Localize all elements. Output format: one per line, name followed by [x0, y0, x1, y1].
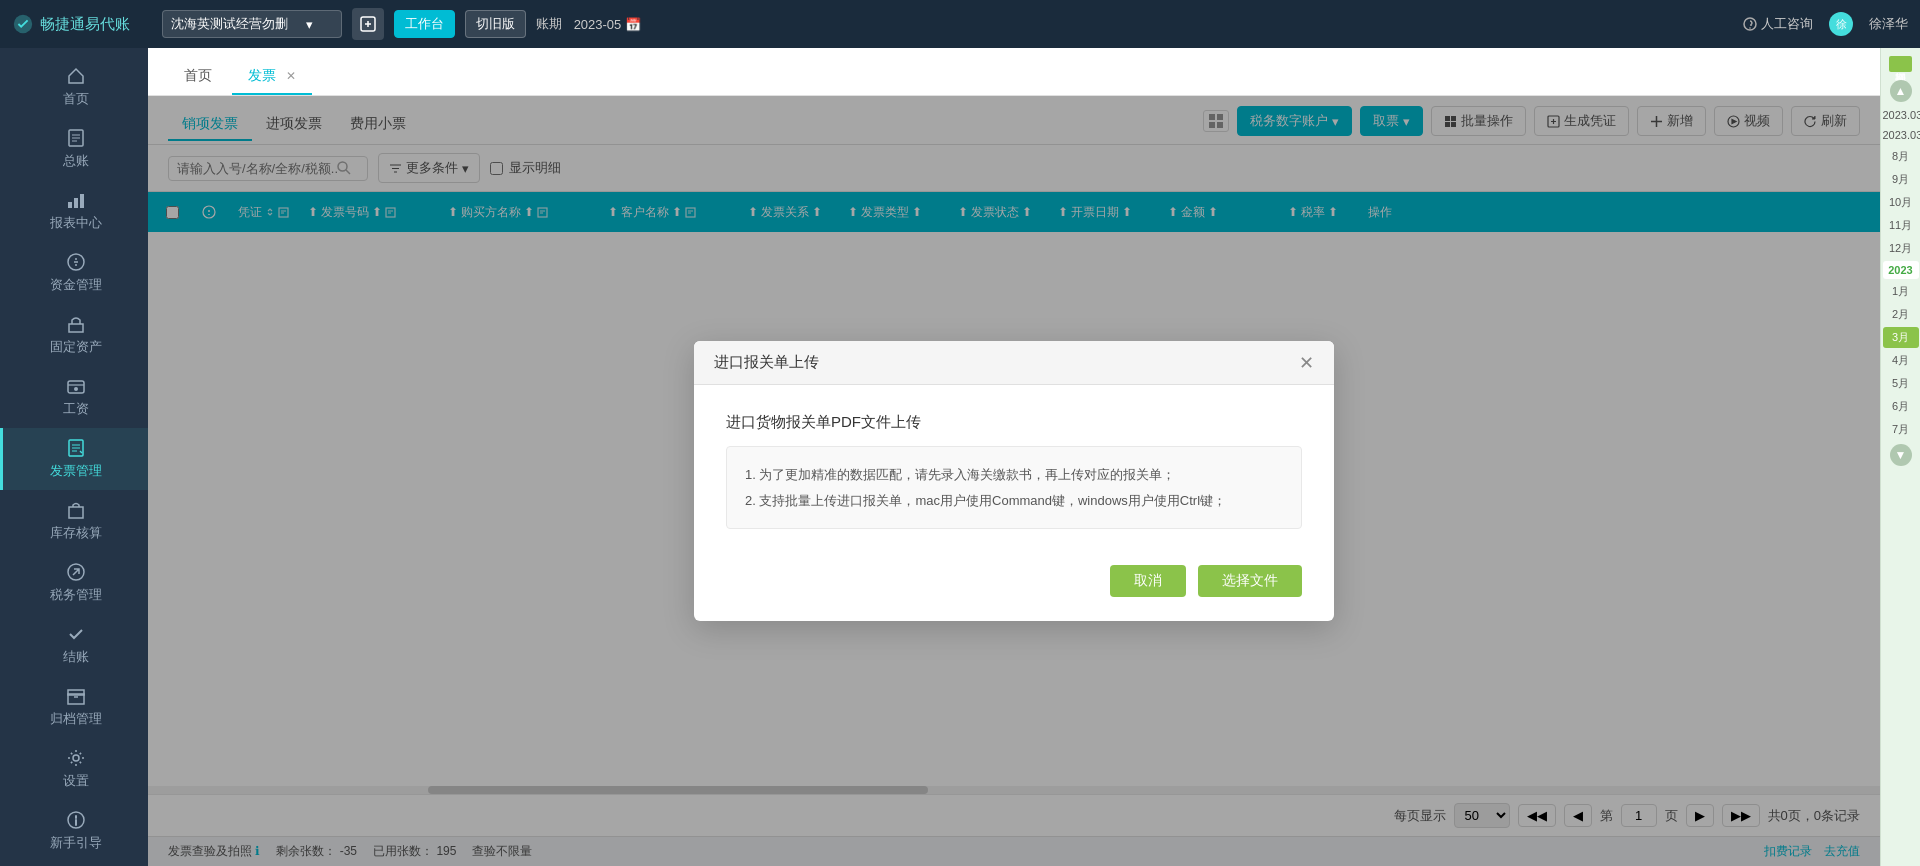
period-value: 2023-05 — [574, 17, 622, 32]
sidebar-item-inventory[interactable]: 库存核算 — [0, 490, 148, 552]
company-name: 沈海英测试经营勿删 — [171, 15, 288, 33]
modal-dialog: 进口报关单上传 ✕ 进口货物报关单PDF文件上传 1. 为了更加精准的数据匹配，… — [694, 341, 1334, 621]
sidebar-item-funds[interactable]: 资金管理 — [0, 242, 148, 304]
modal-info-box: 1. 为了更加精准的数据匹配，请先录入海关缴款书，再上传对应的报关单； 2. 支… — [726, 446, 1302, 529]
svg-point-17 — [73, 755, 79, 761]
top-bar: 畅捷通易代账 沈海英测试经营勿删 ▾ 工作台 切旧版 账期 2023-05 📅 … — [0, 0, 1920, 48]
sidebar-item-vip[interactable]: 畅会员 — [0, 862, 148, 866]
period-item-14[interactable]: 7月 — [1883, 419, 1919, 440]
user-name: 徐泽华 — [1869, 15, 1908, 33]
sidebar-item-settings[interactable]: 设置 — [0, 738, 148, 800]
sidebar-item-tax[interactable]: 税务管理 — [0, 552, 148, 614]
modal-cancel-btn[interactable]: 取消 — [1110, 565, 1186, 597]
switch-version-button[interactable]: 切旧版 — [465, 10, 526, 38]
sidebar-item-settle[interactable]: 结账 — [0, 614, 148, 676]
modal-close-btn[interactable]: ✕ — [1299, 354, 1314, 372]
tab-bar: 首页 发票 ✕ — [148, 48, 1880, 96]
content-area: 销项发票 进项发票 费用小票 税务数字账户 ▾ — [148, 96, 1880, 866]
period-select-title[interactable]: 期间选择 — [1889, 56, 1912, 72]
period-down-btn[interactable]: ▼ — [1890, 444, 1912, 466]
support-btn[interactable]: 人工咨询 — [1743, 15, 1813, 33]
modal-info-item-1: 1. 为了更加精准的数据匹配，请先录入海关缴款书，再上传对应的报关单； — [745, 463, 1283, 486]
period-item-2[interactable]: 8月 — [1883, 146, 1919, 167]
period-item-year[interactable]: 2023 — [1883, 261, 1919, 279]
modal-title: 进口报关单上传 — [714, 353, 819, 372]
period-item-6[interactable]: 12月 — [1883, 238, 1919, 259]
main-area: 首页 发票 ✕ 销项发票 进项发票 费用小票 — [148, 48, 1880, 866]
tab-home[interactable]: 首页 — [168, 59, 228, 95]
sidebar-item-home[interactable]: 首页 — [0, 56, 148, 118]
period-item-0[interactable]: 2023.03 — [1883, 106, 1919, 124]
svg-rect-5 — [68, 202, 72, 208]
period-item-3[interactable]: 9月 — [1883, 169, 1919, 190]
period-item-10[interactable]: 3月 — [1883, 327, 1919, 348]
sidebar-item-archive[interactable]: 归档管理 — [0, 676, 148, 738]
period-item-4[interactable]: 10月 — [1883, 192, 1919, 213]
right-panel: 期间选择 ▲ 2023.03 2023.03 8月 9月 10月 11月 12月… — [1880, 48, 1920, 866]
sidebar-item-ledger[interactable]: 总账 — [0, 118, 148, 180]
company-selector[interactable]: 沈海英测试经营勿删 ▾ — [162, 10, 342, 38]
period-item-13[interactable]: 6月 — [1883, 396, 1919, 417]
period-up-btn[interactable]: ▲ — [1890, 80, 1912, 102]
modal-body: 进口货物报关单PDF文件上传 1. 为了更加精准的数据匹配，请先录入海关缴款书，… — [694, 385, 1334, 549]
period-item-8[interactable]: 1月 — [1883, 281, 1919, 302]
svg-point-3 — [1749, 27, 1751, 29]
period-item-9[interactable]: 2月 — [1883, 304, 1919, 325]
period-item-11[interactable]: 4月 — [1883, 350, 1919, 371]
tab-invoice[interactable]: 发票 ✕ — [232, 59, 312, 95]
calendar-icon[interactable]: 📅 — [625, 17, 641, 32]
top-bar-right: 人工咨询 徐 徐泽华 — [1743, 12, 1908, 36]
dropdown-arrow-icon: ▾ — [306, 17, 313, 32]
modal-upload-title: 进口货物报关单PDF文件上传 — [726, 413, 1302, 432]
user-avatar: 徐 — [1829, 12, 1853, 36]
period-item-12[interactable]: 5月 — [1883, 373, 1919, 394]
period-item-1[interactable]: 2023.03 — [1883, 126, 1919, 144]
sidebar: 首页 总账 报表中心 资金管理 固定资产 工资 发票管理 库存核算 — [0, 48, 148, 866]
modal-info-item-2: 2. 支持批量上传进口报关单，mac用户使用Command键，windows用户… — [745, 489, 1283, 512]
company-icon-btn[interactable] — [352, 8, 384, 40]
svg-rect-7 — [80, 194, 84, 208]
svg-rect-16 — [68, 690, 84, 695]
svg-point-11 — [74, 387, 78, 391]
svg-rect-9 — [69, 324, 83, 332]
logo-text: 畅捷通易代账 — [40, 15, 130, 34]
sidebar-item-invoice[interactable]: 发票管理 — [0, 428, 148, 490]
sidebar-item-guide[interactable]: 新手引导 — [0, 800, 148, 862]
period-display: 账期 2023-05 📅 — [536, 15, 641, 33]
modal-overlay: 进口报关单上传 ✕ 进口货物报关单PDF文件上传 1. 为了更加精准的数据匹配，… — [148, 96, 1880, 866]
tab-close-icon[interactable]: ✕ — [286, 69, 296, 83]
svg-rect-13 — [69, 507, 83, 518]
modal-footer: 取消 选择文件 — [694, 549, 1334, 621]
workspace-button[interactable]: 工作台 — [394, 10, 455, 38]
period-item-5[interactable]: 11月 — [1883, 215, 1919, 236]
svg-rect-6 — [74, 198, 78, 208]
modal-select-file-btn[interactable]: 选择文件 — [1198, 565, 1302, 597]
sidebar-item-salary[interactable]: 工资 — [0, 366, 148, 428]
sidebar-item-assets[interactable]: 固定资产 — [0, 304, 148, 366]
sidebar-item-reports[interactable]: 报表中心 — [0, 180, 148, 242]
modal-header: 进口报关单上传 ✕ — [694, 341, 1334, 385]
logo: 畅捷通易代账 — [12, 13, 152, 35]
